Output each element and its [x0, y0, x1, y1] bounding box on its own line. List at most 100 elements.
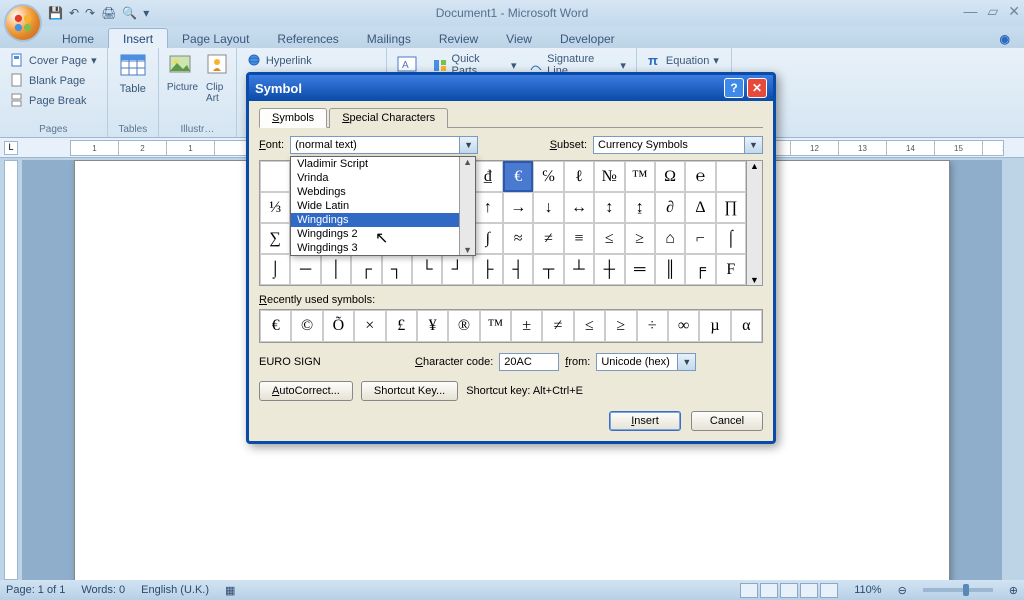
status-macro-icon[interactable]: ▦ — [225, 584, 235, 597]
symbol-cell[interactable] — [716, 161, 746, 192]
status-words[interactable]: Words: 0 — [81, 584, 125, 596]
table-button[interactable]: Table — [114, 51, 152, 98]
symbol-cell[interactable]: ┬ — [533, 254, 563, 285]
qat-redo-icon[interactable]: ↷ — [85, 6, 95, 20]
recent-symbol-cell[interactable]: α — [731, 310, 762, 342]
qat-save-icon[interactable]: 💾 — [48, 6, 63, 20]
qat-preview-icon[interactable]: 🔍 — [122, 6, 137, 20]
symbol-cell[interactable]: ↨ — [625, 192, 655, 223]
font-option[interactable]: Vrinda — [291, 171, 475, 185]
symbol-cell[interactable]: ℓ — [564, 161, 594, 192]
symbol-cell[interactable]: ₫ — [473, 161, 503, 192]
recent-symbol-cell[interactable]: ≤ — [574, 310, 605, 342]
qat-dropdown-icon[interactable]: ▾ — [143, 6, 149, 20]
page-break-button[interactable]: Page Break — [6, 91, 101, 110]
recent-symbol-cell[interactable]: ∞ — [668, 310, 699, 342]
recent-symbol-cell[interactable]: ™ — [480, 310, 511, 342]
zoom-in-icon[interactable]: ⊕ — [1009, 584, 1018, 597]
zoom-out-icon[interactable]: ⊖ — [898, 584, 907, 597]
symbol-cell[interactable]: ─ — [290, 254, 320, 285]
recent-symbol-cell[interactable]: × — [354, 310, 385, 342]
view-draft-icon[interactable] — [820, 583, 838, 598]
symbol-grid-scrollbar[interactable] — [746, 161, 762, 285]
qat-print-icon[interactable]: 🖨 — [101, 6, 116, 20]
symbol-cell[interactable]: ∏ — [716, 192, 746, 223]
symbol-cell[interactable]: ┌ — [351, 254, 381, 285]
symbol-cell[interactable]: ┼ — [594, 254, 624, 285]
symbol-cell[interactable]: ⌂ — [655, 223, 685, 254]
symbol-cell[interactable]: ≈ — [503, 223, 533, 254]
font-option[interactable]: Vladimir Script — [291, 157, 475, 171]
recent-symbol-cell[interactable]: © — [291, 310, 322, 342]
symbol-cell[interactable]: ↕ — [594, 192, 624, 223]
cover-page-button[interactable]: Cover Page▾ — [6, 51, 101, 70]
symbol-cell[interactable]: ∑ — [260, 223, 290, 254]
tab-special-characters[interactable]: Special Characters — [329, 108, 448, 128]
font-option[interactable]: Webdings — [291, 185, 475, 199]
tab-page-layout[interactable]: Page Layout — [168, 29, 263, 48]
recent-symbol-cell[interactable]: ® — [448, 310, 479, 342]
tab-mailings[interactable]: Mailings — [353, 29, 425, 48]
subset-combo[interactable] — [593, 136, 745, 154]
font-combo-arrow-icon[interactable]: ▼ — [460, 136, 478, 154]
dialog-titlebar[interactable]: Symbol ? ✕ — [249, 75, 773, 101]
from-combo[interactable] — [596, 353, 678, 371]
symbol-cell[interactable]: ┘ — [442, 254, 472, 285]
tab-references[interactable]: References — [263, 29, 352, 48]
tab-selector[interactable]: L — [4, 141, 18, 155]
font-dropdown-scrollbar[interactable] — [459, 157, 475, 255]
recent-symbol-cell[interactable]: ÷ — [637, 310, 668, 342]
blank-page-button[interactable]: Blank Page — [6, 71, 101, 90]
symbol-cell[interactable]: ┴ — [564, 254, 594, 285]
symbol-cell[interactable]: ↓ — [533, 192, 563, 223]
dialog-help-icon[interactable]: ? — [724, 78, 744, 98]
tab-insert[interactable]: Insert — [108, 28, 168, 48]
vertical-ruler[interactable] — [4, 160, 18, 580]
recent-symbol-cell[interactable]: € — [260, 310, 291, 342]
symbol-cell[interactable]: │ — [321, 254, 351, 285]
dialog-close-icon[interactable]: ✕ — [747, 78, 767, 98]
symbol-cell[interactable]: ≠ — [533, 223, 563, 254]
symbol-cell[interactable] — [260, 161, 290, 192]
symbol-cell[interactable]: ⅓ — [260, 192, 290, 223]
recent-symbol-cell[interactable]: ¥ — [417, 310, 448, 342]
symbol-cell[interactable]: ∂ — [655, 192, 685, 223]
hyperlink-button[interactable]: Hyperlink — [243, 51, 380, 70]
symbol-cell[interactable]: ≤ — [594, 223, 624, 254]
zoom-slider[interactable] — [923, 588, 993, 592]
shortcutkey-button[interactable]: Shortcut Key... — [361, 381, 458, 401]
view-print-icon[interactable] — [740, 583, 758, 598]
tab-view[interactable]: View — [492, 29, 546, 48]
recent-symbol-cell[interactable]: £ — [386, 310, 417, 342]
cancel-button[interactable]: Cancel — [691, 411, 763, 431]
recent-symbol-cell[interactable]: ± — [511, 310, 542, 342]
symbol-cell[interactable]: ≡ — [564, 223, 594, 254]
autocorrect-button[interactable]: AutoCorrect... — [259, 381, 353, 401]
symbol-cell[interactable]: ℅ — [533, 161, 563, 192]
tab-home[interactable]: Home — [48, 29, 108, 48]
symbol-cell[interactable]: ≥ — [625, 223, 655, 254]
symbol-cell[interactable]: Ω — [655, 161, 685, 192]
insert-button[interactable]: Insert — [609, 411, 681, 431]
restore-icon[interactable]: ▱ — [987, 3, 998, 20]
symbol-cell[interactable]: ═ — [625, 254, 655, 285]
symbol-cell[interactable]: ┐ — [382, 254, 412, 285]
symbol-cell[interactable]: ║ — [655, 254, 685, 285]
minimize-icon[interactable]: — — [963, 3, 977, 20]
office-button[interactable] — [4, 4, 42, 42]
status-language[interactable]: English (U.K.) — [141, 584, 209, 596]
tab-symbols[interactable]: Symbols — [259, 108, 327, 128]
symbol-cell[interactable]: → — [503, 192, 533, 223]
symbol-cell[interactable]: ∫ — [473, 223, 503, 254]
picture-button[interactable]: Picture — [165, 51, 200, 106]
symbol-cell[interactable]: ⌐ — [685, 223, 715, 254]
view-fullscreen-icon[interactable] — [760, 583, 778, 598]
charcode-input[interactable] — [499, 353, 559, 371]
symbol-cell[interactable]: ├ — [473, 254, 503, 285]
symbol-cell[interactable]: ⌡ — [260, 254, 290, 285]
close-window-icon[interactable]: ✕ — [1008, 3, 1020, 20]
symbol-cell[interactable]: ⌠ — [716, 223, 746, 254]
symbol-cell[interactable]: № — [594, 161, 624, 192]
font-option[interactable]: Wingdings 2 — [291, 227, 475, 241]
symbol-cell[interactable]: ┤ — [503, 254, 533, 285]
